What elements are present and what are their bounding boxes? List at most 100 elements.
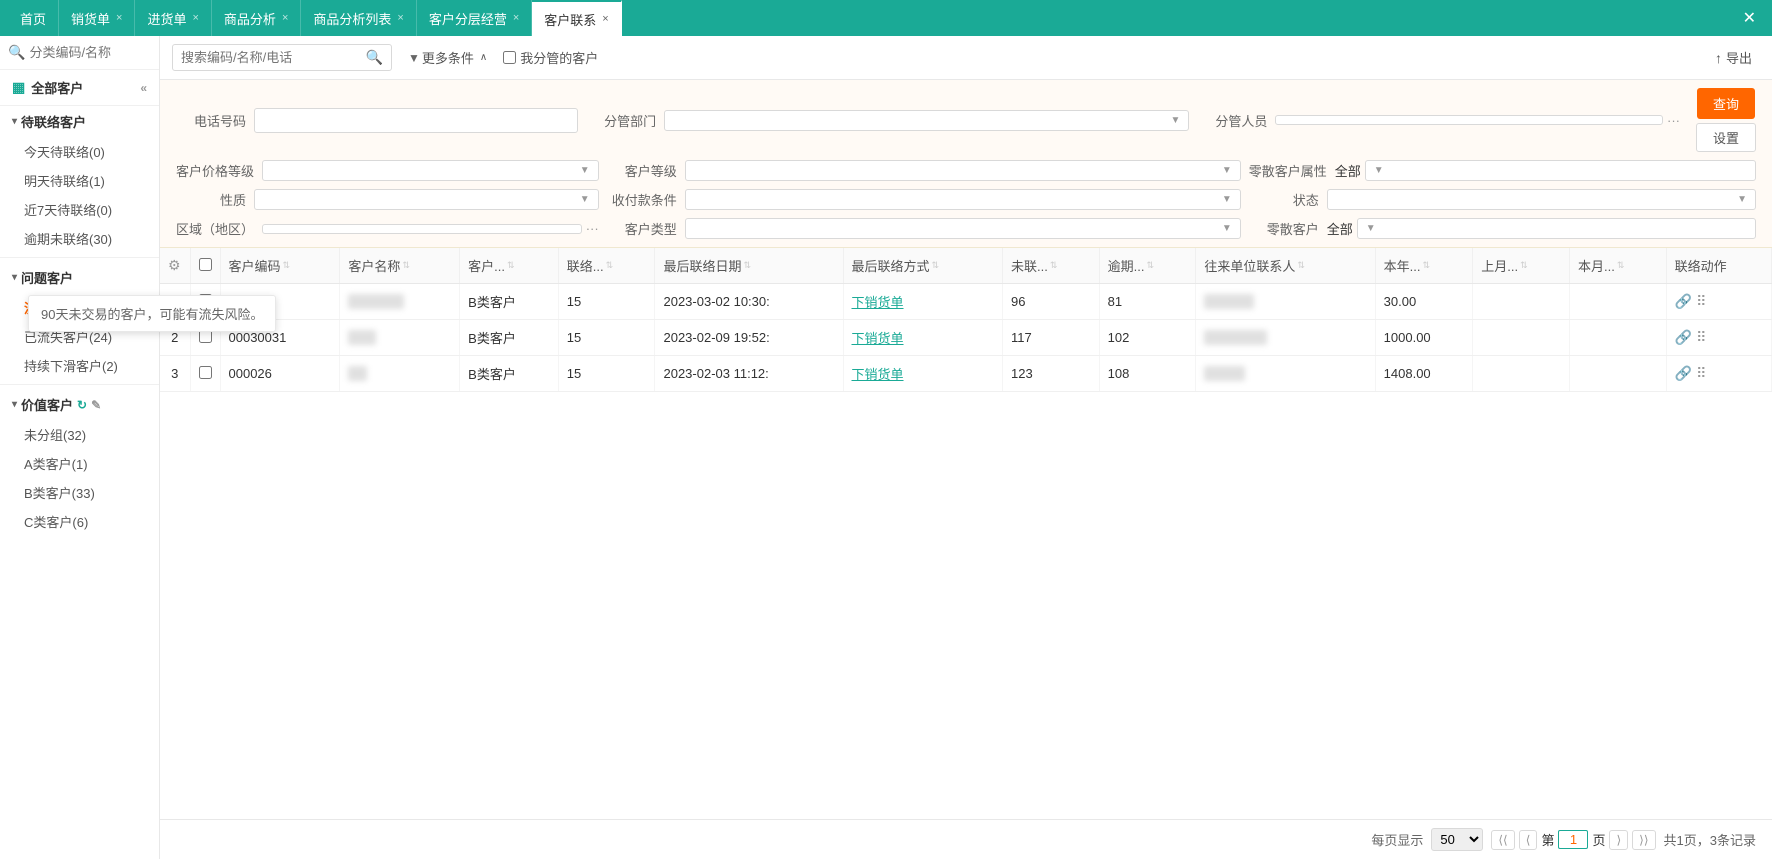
adv-manager-dots[interactable]: ··· bbox=[1667, 113, 1680, 128]
sidebar-search-icon: 🔍 bbox=[8, 44, 25, 61]
edit-icon[interactable]: ✎ bbox=[91, 398, 101, 412]
sidebar-item-today[interactable]: 今天待联络(0) bbox=[0, 137, 159, 166]
th-this-year[interactable]: 本年... ⇅ bbox=[1375, 248, 1473, 284]
tab-home[interactable]: 首页 bbox=[8, 0, 59, 36]
adv-gender-select[interactable]: ▼ bbox=[254, 189, 599, 210]
adv-phone-input[interactable] bbox=[254, 108, 578, 133]
tab-customer-contact-close[interactable]: × bbox=[602, 13, 608, 25]
adv-price-level-select[interactable]: ▼ bbox=[262, 160, 599, 181]
adv-customer-level-label: 客户等级 bbox=[607, 161, 677, 180]
sidebar-all-customers[interactable]: ▦ 全部客户 « bbox=[0, 70, 159, 106]
adv-price-level-label: 客户价格等级 bbox=[176, 161, 254, 180]
row-cb-2[interactable] bbox=[199, 366, 212, 379]
th-code[interactable]: 客户编码 ⇅ bbox=[220, 248, 340, 284]
tab-analysis-list-close[interactable]: × bbox=[397, 12, 403, 24]
sort-icon-name: ⇅ bbox=[402, 260, 410, 271]
first-page-btn[interactable]: ⟨⟨ bbox=[1491, 830, 1514, 850]
adv-region-dots[interactable]: ··· bbox=[586, 221, 599, 236]
row-last-month-1 bbox=[1473, 320, 1570, 356]
last-page-btn[interactable]: ⟩⟩ bbox=[1632, 830, 1655, 850]
adv-customer-type-select[interactable]: ▼ bbox=[685, 218, 1241, 239]
gear-icon[interactable]: ⚙ bbox=[168, 257, 181, 273]
tab-purchase[interactable]: 进货单 × bbox=[135, 0, 211, 36]
window-close-btn[interactable]: ✕ bbox=[1735, 8, 1764, 28]
sort-icon-code: ⇅ bbox=[283, 260, 291, 271]
page-input[interactable] bbox=[1558, 830, 1588, 849]
row-unit-contact-2: ██ ██ bbox=[1196, 356, 1375, 392]
row-name-2: ██ bbox=[340, 356, 460, 392]
main-layout: 🔍 ▦ 全部客户 « ▾ 待联络客户 今天待联络(0) 明天待联络(1) 近7天… bbox=[0, 36, 1772, 859]
action-link-icon-2[interactable]: 🔗 bbox=[1675, 365, 1692, 382]
row-contact-1: 15 bbox=[558, 320, 655, 356]
tab-analysis[interactable]: 商品分析 × bbox=[212, 0, 301, 36]
settings-btn[interactable]: 设置 bbox=[1696, 123, 1756, 152]
th-last-way[interactable]: 最后联络方式 ⇅ bbox=[843, 248, 1002, 284]
tab-customer-contact[interactable]: 客户联系 × bbox=[532, 0, 621, 36]
sidebar-item-tomorrow[interactable]: 明天待联络(1) bbox=[0, 166, 159, 195]
filter-more-btn[interactable]: ▼ 更多条件 ∧ bbox=[400, 44, 495, 71]
filter-search-input[interactable] bbox=[181, 50, 362, 65]
action-link-icon-1[interactable]: 🔗 bbox=[1675, 329, 1692, 346]
tab-analysis-close[interactable]: × bbox=[282, 12, 288, 24]
my-customers-checkbox[interactable] bbox=[503, 51, 516, 64]
select-all-checkbox[interactable] bbox=[199, 258, 212, 271]
adv-zero-attr-select[interactable]: ▼ bbox=[1365, 160, 1756, 181]
refresh-icon[interactable]: ↻ bbox=[77, 398, 87, 412]
th-last-date[interactable]: 最后联络日期 ⇅ bbox=[655, 248, 843, 284]
sidebar-divider-1 bbox=[0, 257, 159, 258]
adv-customer-level-select[interactable]: ▼ bbox=[685, 160, 1241, 181]
sidebar-search-input[interactable] bbox=[29, 45, 151, 60]
sidebar-item-a-class[interactable]: A类客户(1) bbox=[0, 449, 159, 478]
sidebar-item-c-class[interactable]: C类客户(6) bbox=[0, 507, 159, 536]
adv-field-price-level: 客户价格等级 ▼ bbox=[176, 160, 599, 181]
tab-customer-layer-close[interactable]: × bbox=[513, 12, 519, 24]
tab-analysis-list[interactable]: 商品分析列表 × bbox=[301, 0, 416, 36]
action-menu-icon-2[interactable]: ⠿ bbox=[1696, 365, 1706, 382]
adv-field-region: 区域（地区） ··· bbox=[176, 219, 599, 238]
th-overdue[interactable]: 逾期... ⇅ bbox=[1099, 248, 1196, 284]
tab-purchase-close[interactable]: × bbox=[192, 12, 198, 24]
adv-price-level-arrow: ▼ bbox=[580, 165, 590, 176]
th-unit-contact[interactable]: 往来单位联系人 ⇅ bbox=[1196, 248, 1375, 284]
adv-manager-select[interactable] bbox=[1275, 115, 1663, 125]
sidebar-item-ungrouped[interactable]: 未分组(32) bbox=[0, 420, 159, 449]
adv-zero-customer-select[interactable]: ▼ bbox=[1357, 218, 1756, 239]
sidebar-item-declining[interactable]: 持续下滑客户(2) bbox=[0, 351, 159, 380]
sidebar-item-7days[interactable]: 近7天待联络(0) bbox=[0, 195, 159, 224]
adv-status-select[interactable]: ▼ bbox=[1327, 189, 1756, 210]
adv-payment-select[interactable]: ▼ bbox=[685, 189, 1241, 210]
per-page-select[interactable]: 50 100 200 bbox=[1431, 828, 1483, 851]
sidebar-search-container: 🔍 bbox=[0, 36, 159, 70]
adv-payment-label: 收付款条件 bbox=[607, 190, 677, 209]
query-btn[interactable]: 查询 bbox=[1697, 88, 1755, 119]
row-contact-2: 15 bbox=[558, 356, 655, 392]
adv-region-select[interactable] bbox=[262, 224, 582, 234]
tab-sales-close[interactable]: × bbox=[116, 12, 122, 24]
action-menu-icon-0[interactable]: ⠿ bbox=[1696, 293, 1706, 310]
next-page-btn[interactable]: ⟩ bbox=[1609, 830, 1628, 850]
th-unlink[interactable]: 未联... ⇅ bbox=[1002, 248, 1099, 284]
sidebar-group-pending[interactable]: ▾ 待联络客户 bbox=[0, 106, 159, 137]
sidebar-value-label: 价值客户 bbox=[21, 395, 73, 414]
tab-customer-layer[interactable]: 客户分层经营 × bbox=[417, 0, 532, 36]
th-last-month[interactable]: 上月... ⇅ bbox=[1473, 248, 1570, 284]
sidebar-group-problem[interactable]: ▾ 问题客户 bbox=[0, 262, 159, 293]
th-type[interactable]: 客户... ⇅ bbox=[460, 248, 559, 284]
adv-dept-select[interactable]: ▼ bbox=[664, 110, 1189, 131]
sidebar-item-overdue[interactable]: 逾期未联络(30) bbox=[0, 224, 159, 253]
th-this-month[interactable]: 本月... ⇅ bbox=[1569, 248, 1666, 284]
total-info: 共1页，3条记录 bbox=[1664, 830, 1756, 849]
th-name[interactable]: 客户名称 ⇅ bbox=[340, 248, 460, 284]
prev-page-btn[interactable]: ⟨ bbox=[1519, 830, 1538, 850]
action-link-icon-0[interactable]: 🔗 bbox=[1675, 293, 1692, 310]
filter-search-icon[interactable]: 🔍 bbox=[366, 49, 383, 66]
sidebar-group-value[interactable]: ▾ 价值客户 ↻ ✎ bbox=[0, 389, 159, 420]
th-contact[interactable]: 联络... ⇅ bbox=[558, 248, 655, 284]
export-btn[interactable]: ↑ 导出 bbox=[1707, 44, 1760, 71]
adv-payment-arrow: ▼ bbox=[1222, 194, 1232, 205]
action-menu-icon-1[interactable]: ⠿ bbox=[1696, 329, 1706, 346]
tab-sales[interactable]: 销货单 × bbox=[59, 0, 135, 36]
adv-zero-attr-arrow: ▼ bbox=[1374, 165, 1384, 176]
sidebar-item-b-class[interactable]: B类客户(33) bbox=[0, 478, 159, 507]
filter-my-customers[interactable]: 我分管的客户 bbox=[503, 48, 598, 67]
